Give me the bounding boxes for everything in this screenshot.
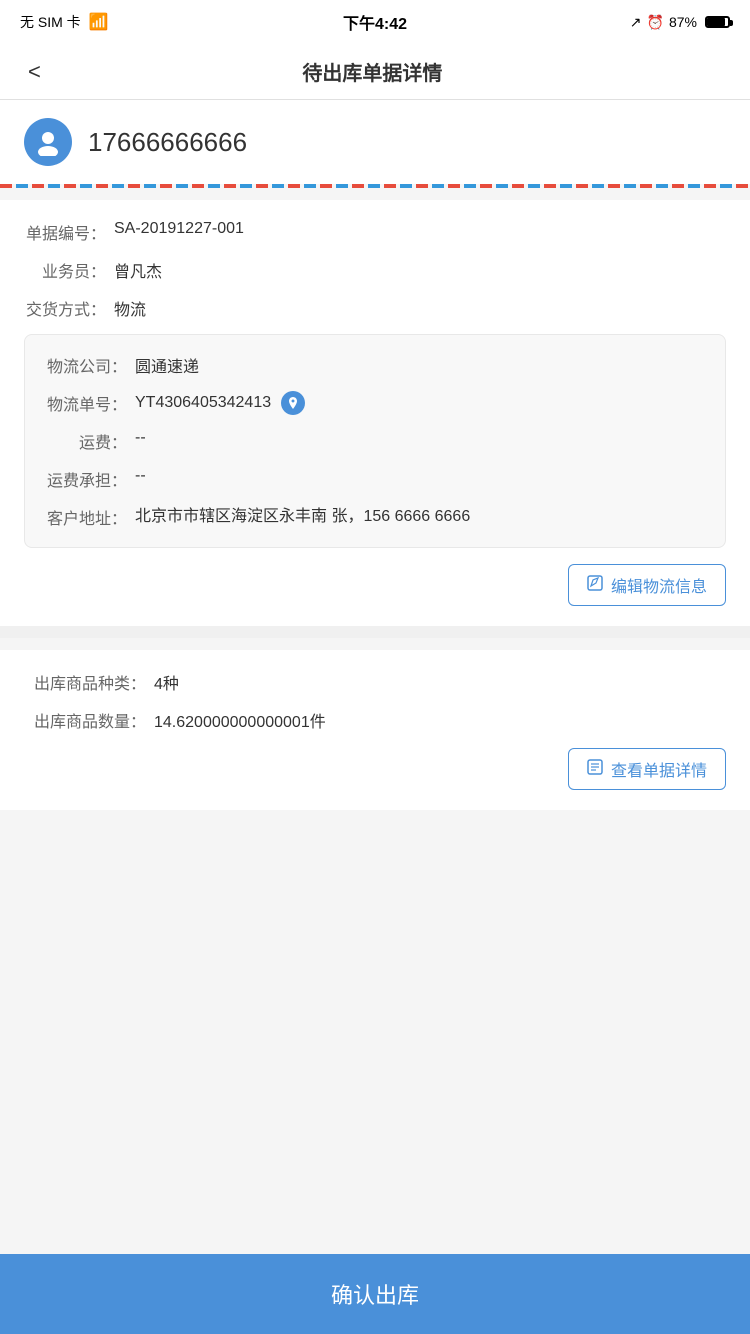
wifi-icon: 📶 — [89, 12, 109, 32]
main-content: 17666666666 单据编号： SA-20191227-001 业务员： 曾… — [0, 100, 750, 1254]
avatar — [24, 118, 72, 166]
edit-logistics-button[interactable]: 编辑物流信息 — [568, 564, 726, 606]
goods-quantity-label: 出库商品数量： — [24, 708, 154, 732]
view-btn-row: 查看单据详情 — [24, 748, 726, 790]
carrier-label: 无 SIM 卡 — [20, 12, 81, 32]
address-value: 北京市市辖区海淀区永丰南 张，156 6666 6666 — [135, 505, 705, 529]
freight-bearer-row: 运费承担： -- — [45, 467, 705, 491]
freight-value: -- — [135, 429, 705, 447]
freight-bearer-value: -- — [135, 467, 705, 485]
empty-space — [0, 810, 750, 1010]
delivery-label: 交货方式： — [24, 296, 114, 320]
view-detail-label: 查看单据详情 — [611, 757, 707, 781]
location-pin-icon[interactable] — [281, 391, 305, 415]
freight-row: 运费： -- — [45, 429, 705, 453]
tracking-number: YT4306405342413 — [135, 394, 271, 412]
status-bar: 无 SIM 卡 📶 下午4:42 ↗ ⏰ 87% — [0, 0, 750, 44]
goods-quantity-row: 出库商品数量： 14.620000000000001件 — [24, 708, 726, 732]
clock-icon: ⏰ — [647, 14, 664, 31]
goods-type-label: 出库商品种类： — [24, 670, 154, 694]
tracking-label: 物流单号： — [45, 391, 135, 415]
delivery-row: 交货方式： 物流 — [24, 296, 726, 320]
address-label: 客户地址： — [45, 505, 135, 529]
dashed-separator — [0, 184, 750, 188]
nav-bar: < 待出库单据详情 — [0, 44, 750, 100]
delivery-value: 物流 — [114, 296, 726, 320]
location-icon: ↗ — [630, 14, 642, 31]
tracking-value-container: YT4306405342413 — [135, 391, 305, 415]
goods-section: 出库商品种类： 4种 出库商品数量： 14.620000000000001件 查… — [0, 650, 750, 810]
salesman-row: 业务员： 曾凡杰 — [24, 258, 726, 282]
salesman-label: 业务员： — [24, 258, 114, 282]
salesman-value: 曾凡杰 — [114, 258, 726, 282]
customer-phone: 17666666666 — [88, 127, 247, 158]
customer-section: 17666666666 — [0, 100, 750, 184]
status-right: ↗ ⏰ 87% — [630, 14, 730, 31]
order-no-value: SA-20191227-001 — [114, 220, 726, 238]
logistics-company-row: 物流公司： 圆通速递 — [45, 353, 705, 377]
edit-btn-row: 编辑物流信息 — [24, 564, 726, 606]
confirm-bar[interactable]: 确认出库 — [0, 1254, 750, 1334]
edit-icon — [587, 575, 603, 596]
freight-label: 运费： — [45, 429, 135, 453]
section-divider — [0, 626, 750, 638]
address-row: 客户地址： 北京市市辖区海淀区永丰南 张，156 6666 6666 — [45, 505, 705, 529]
status-time: 下午4:42 — [343, 10, 407, 34]
battery-fill — [707, 18, 725, 26]
order-no-label: 单据编号： — [24, 220, 114, 244]
back-button[interactable]: < — [20, 51, 49, 93]
battery-label: 87% — [669, 14, 697, 30]
page-title: 待出库单据详情 — [59, 57, 686, 86]
logistics-company-value: 圆通速递 — [135, 353, 705, 377]
goods-type-row: 出库商品种类： 4种 — [24, 670, 726, 694]
view-detail-icon — [587, 759, 603, 780]
goods-quantity-value: 14.620000000000001件 — [154, 708, 726, 732]
freight-bearer-label: 运费承担： — [45, 467, 135, 491]
logistics-card: 物流公司： 圆通速递 物流单号： YT4306405342413 运费： -- — [24, 334, 726, 548]
confirm-button-label: 确认出库 — [331, 1278, 419, 1310]
order-no-row: 单据编号： SA-20191227-001 — [24, 220, 726, 244]
edit-logistics-label: 编辑物流信息 — [611, 573, 707, 597]
status-left: 无 SIM 卡 📶 — [20, 12, 109, 32]
logistics-company-label: 物流公司： — [45, 353, 135, 377]
goods-type-value: 4种 — [154, 670, 726, 694]
view-detail-button[interactable]: 查看单据详情 — [568, 748, 726, 790]
tracking-row: 物流单号： YT4306405342413 — [45, 391, 705, 415]
order-info-section: 单据编号： SA-20191227-001 业务员： 曾凡杰 交货方式： 物流 … — [0, 200, 750, 626]
battery-bar — [705, 16, 730, 28]
